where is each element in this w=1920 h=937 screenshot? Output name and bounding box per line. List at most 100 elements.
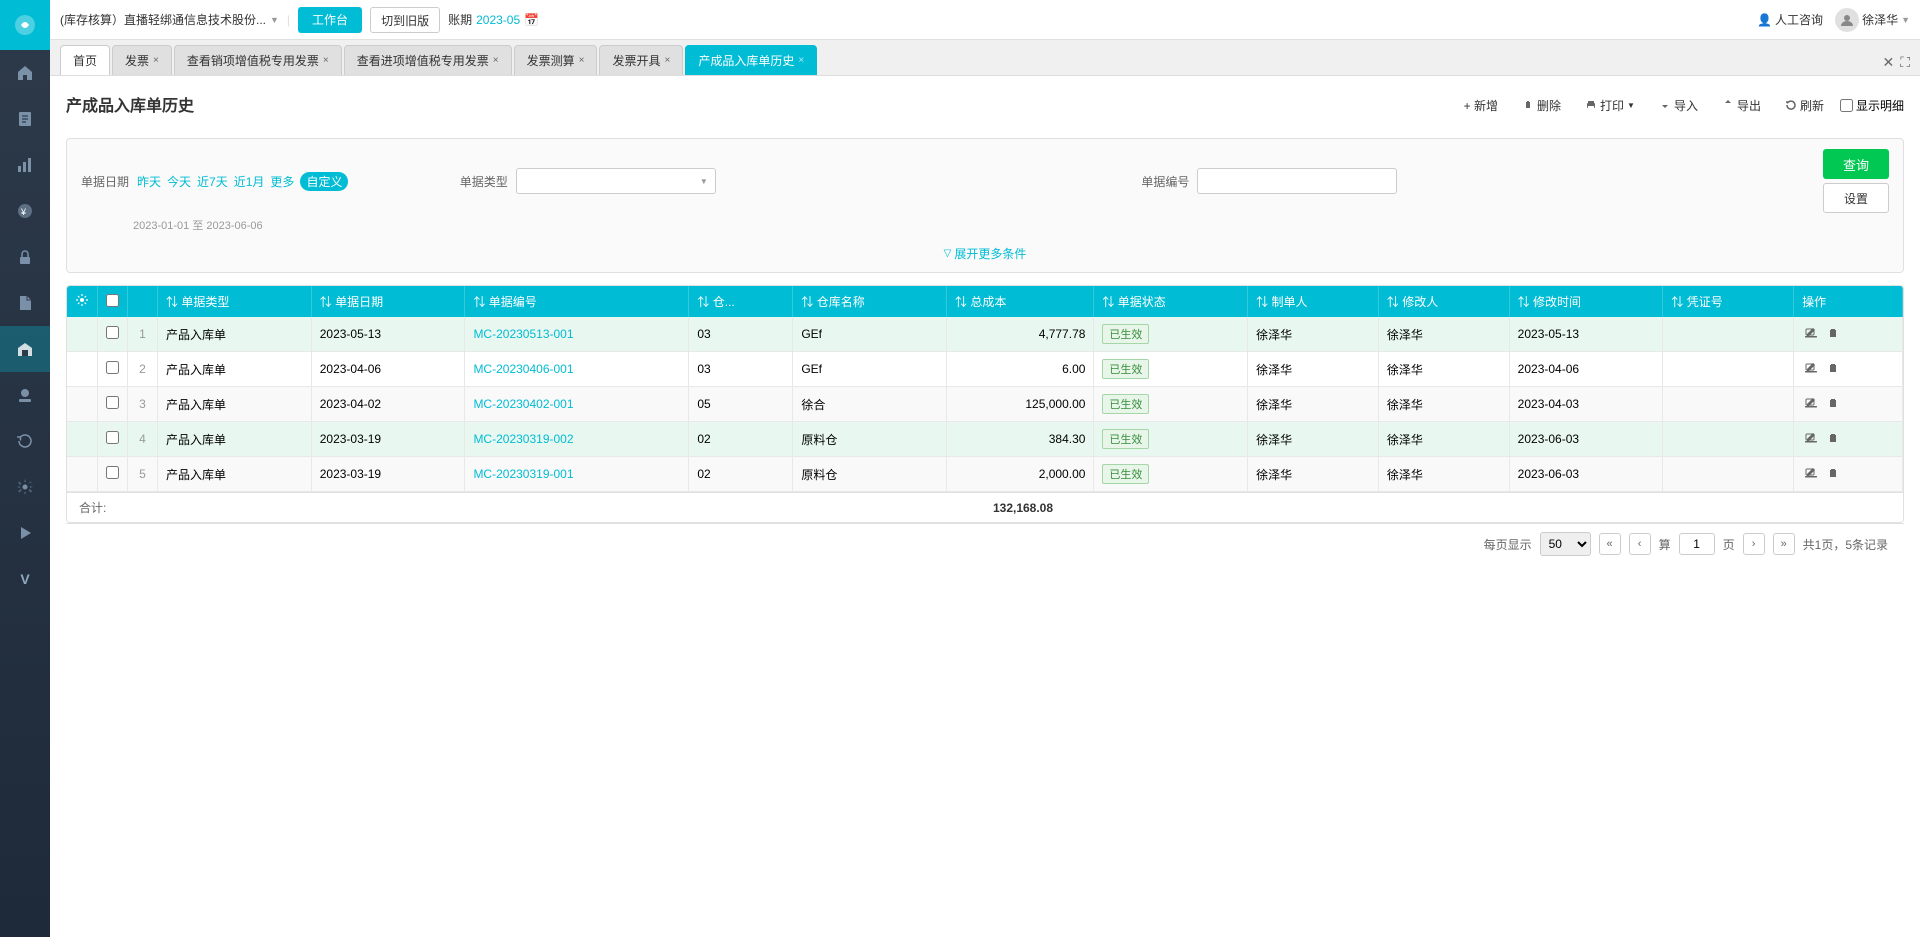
custom-btn[interactable]: 自定义 — [300, 172, 348, 191]
row-checkbox-cell[interactable] — [98, 457, 128, 492]
page-size-select[interactable]: 50 20 100 — [1540, 532, 1591, 556]
yesterday-btn[interactable]: 昨天 — [137, 173, 161, 190]
row-number-link[interactable]: MC-20230402-001 — [473, 397, 573, 411]
row-checkbox[interactable] — [106, 431, 119, 444]
tab-close-all-icon[interactable]: ✕ — [1882, 54, 1894, 71]
delete-button[interactable]: 删除 — [1514, 94, 1569, 117]
tab-sales-vat-close[interactable]: × — [323, 55, 329, 66]
last1m-btn[interactable]: 近1月 — [234, 173, 265, 190]
sidebar-item-v[interactable]: V — [0, 556, 50, 602]
row-delete-btn[interactable] — [1826, 397, 1840, 413]
row-checkbox[interactable] — [106, 361, 119, 374]
query-button[interactable]: 查询 — [1823, 149, 1889, 179]
sidebar-item-tax[interactable]: ¥ — [0, 188, 50, 234]
sidebar-item-refresh[interactable] — [0, 418, 50, 464]
show-detail-toggle[interactable]: 显示明细 — [1840, 97, 1904, 114]
expand-filter-btn[interactable]: ▽ 展开更多条件 — [944, 245, 1027, 262]
row-number[interactable]: MC-20230513-001 — [465, 317, 689, 352]
tab-home[interactable]: 首页 — [60, 45, 110, 75]
row-edit-btn[interactable] — [1804, 397, 1822, 413]
app-logo[interactable] — [0, 0, 50, 50]
row-number[interactable]: MC-20230319-001 — [465, 457, 689, 492]
col-voucher[interactable]: ⇅ 凭证号 — [1663, 286, 1794, 317]
tab-invoice-calc[interactable]: 发票测算 × — [514, 45, 598, 75]
show-detail-checkbox[interactable] — [1840, 99, 1853, 112]
row-number[interactable]: MC-20230319-002 — [465, 422, 689, 457]
first-page-btn[interactable]: « — [1599, 533, 1621, 555]
row-checkbox[interactable] — [106, 466, 119, 479]
sidebar-item-settings[interactable] — [0, 464, 50, 510]
row-number-link[interactable]: MC-20230319-001 — [473, 467, 573, 481]
refresh-button[interactable]: 刷新 — [1777, 94, 1832, 117]
last-page-btn[interactable]: » — [1773, 533, 1795, 555]
row-checkbox-cell[interactable] — [98, 317, 128, 352]
col-type[interactable]: ⇅ 单据类型 — [158, 286, 312, 317]
row-edit-btn[interactable] — [1804, 467, 1822, 483]
row-number-link[interactable]: MC-20230406-001 — [473, 362, 573, 376]
sidebar-item-play[interactable] — [0, 510, 50, 556]
col-checkbox[interactable] — [98, 286, 128, 317]
row-number[interactable]: MC-20230402-001 — [465, 387, 689, 422]
sidebar-item-home[interactable] — [0, 50, 50, 96]
col-status[interactable]: ⇅ 单据状态 — [1094, 286, 1248, 317]
sidebar-item-stamp[interactable] — [0, 372, 50, 418]
select-all-checkbox[interactable] — [106, 294, 119, 307]
tab-warehouse-history-close[interactable]: × — [798, 55, 804, 66]
type-select[interactable] — [516, 168, 716, 194]
tab-invoice[interactable]: 发票 × — [112, 45, 172, 75]
col-creator[interactable]: ⇅ 制单人 — [1248, 286, 1379, 317]
tab-sales-vat[interactable]: 查看销项增值税专用发票 × — [174, 45, 342, 75]
row-number[interactable]: MC-20230406-001 — [465, 352, 689, 387]
row-edit-btn[interactable] — [1804, 362, 1822, 378]
tab-invoice-calc-close[interactable]: × — [579, 55, 585, 66]
period-calendar-icon[interactable]: 📅 — [524, 13, 539, 27]
tab-purchase-vat[interactable]: 查看进项增值税专用发票 × — [344, 45, 512, 75]
row-checkbox-cell[interactable] — [98, 387, 128, 422]
tab-purchase-vat-close[interactable]: × — [493, 55, 499, 66]
switch-version-button[interactable]: 切到旧版 — [370, 7, 440, 33]
row-delete-btn[interactable] — [1826, 432, 1840, 448]
more-btn[interactable]: 更多 — [270, 173, 294, 190]
export-button[interactable]: 导出 — [1714, 94, 1769, 117]
row-delete-btn[interactable] — [1826, 467, 1840, 483]
sidebar-item-warehouse[interactable] — [0, 326, 50, 372]
row-checkbox[interactable] — [106, 396, 119, 409]
set-button[interactable]: 设置 — [1823, 183, 1889, 213]
last7-btn[interactable]: 近7天 — [197, 173, 228, 190]
sidebar-item-lock[interactable] — [0, 234, 50, 280]
service-button[interactable]: 👤 人工咨询 — [1757, 11, 1823, 28]
row-checkbox-cell[interactable] — [98, 352, 128, 387]
row-edit-btn[interactable] — [1804, 327, 1822, 343]
col-modifier[interactable]: ⇅ 修改人 — [1378, 286, 1509, 317]
tab-warehouse-history[interactable]: 产成品入库单历史 × — [685, 45, 817, 75]
sidebar-item-invoice[interactable] — [0, 96, 50, 142]
row-number-link[interactable]: MC-20230319-002 — [473, 432, 573, 446]
tab-expand-icon[interactable]: ⛶ — [1900, 54, 1910, 71]
user-menu[interactable]: 徐泽华 ▼ — [1835, 8, 1910, 32]
row-delete-btn[interactable] — [1826, 327, 1840, 343]
row-checkbox-cell[interactable] — [98, 422, 128, 457]
row-number-link[interactable]: MC-20230513-001 — [473, 327, 573, 341]
col-date[interactable]: ⇅ 单据日期 — [311, 286, 465, 317]
tab-invoice-issue-close[interactable]: × — [664, 55, 670, 66]
page-input[interactable] — [1679, 533, 1715, 555]
col-warehouse-code[interactable]: ⇅ 仓... — [689, 286, 793, 317]
workbench-button[interactable]: 工作台 — [298, 7, 362, 33]
prev-page-btn[interactable]: ‹ — [1629, 533, 1651, 555]
col-total-cost[interactable]: ⇅ 总成本 — [947, 286, 1094, 317]
col-settings[interactable] — [67, 286, 98, 317]
tab-invoice-issue[interactable]: 发票开具 × — [599, 45, 683, 75]
import-button[interactable]: 导入 — [1651, 94, 1706, 117]
tab-invoice-close[interactable]: × — [153, 55, 159, 66]
row-edit-btn[interactable] — [1804, 432, 1822, 448]
today-btn[interactable]: 今天 — [167, 173, 191, 190]
next-page-btn[interactable]: › — [1743, 533, 1765, 555]
col-warehouse-name[interactable]: ⇅ 仓库名称 — [793, 286, 947, 317]
row-checkbox[interactable] — [106, 326, 119, 339]
number-input[interactable] — [1197, 168, 1397, 194]
sidebar-item-doc[interactable] — [0, 280, 50, 326]
col-number[interactable]: ⇅ 单据编号 — [465, 286, 689, 317]
col-modify-time[interactable]: ⇅ 修改时间 — [1509, 286, 1663, 317]
row-delete-btn[interactable] — [1826, 362, 1840, 378]
new-button[interactable]: + 新增 — [1456, 94, 1506, 117]
